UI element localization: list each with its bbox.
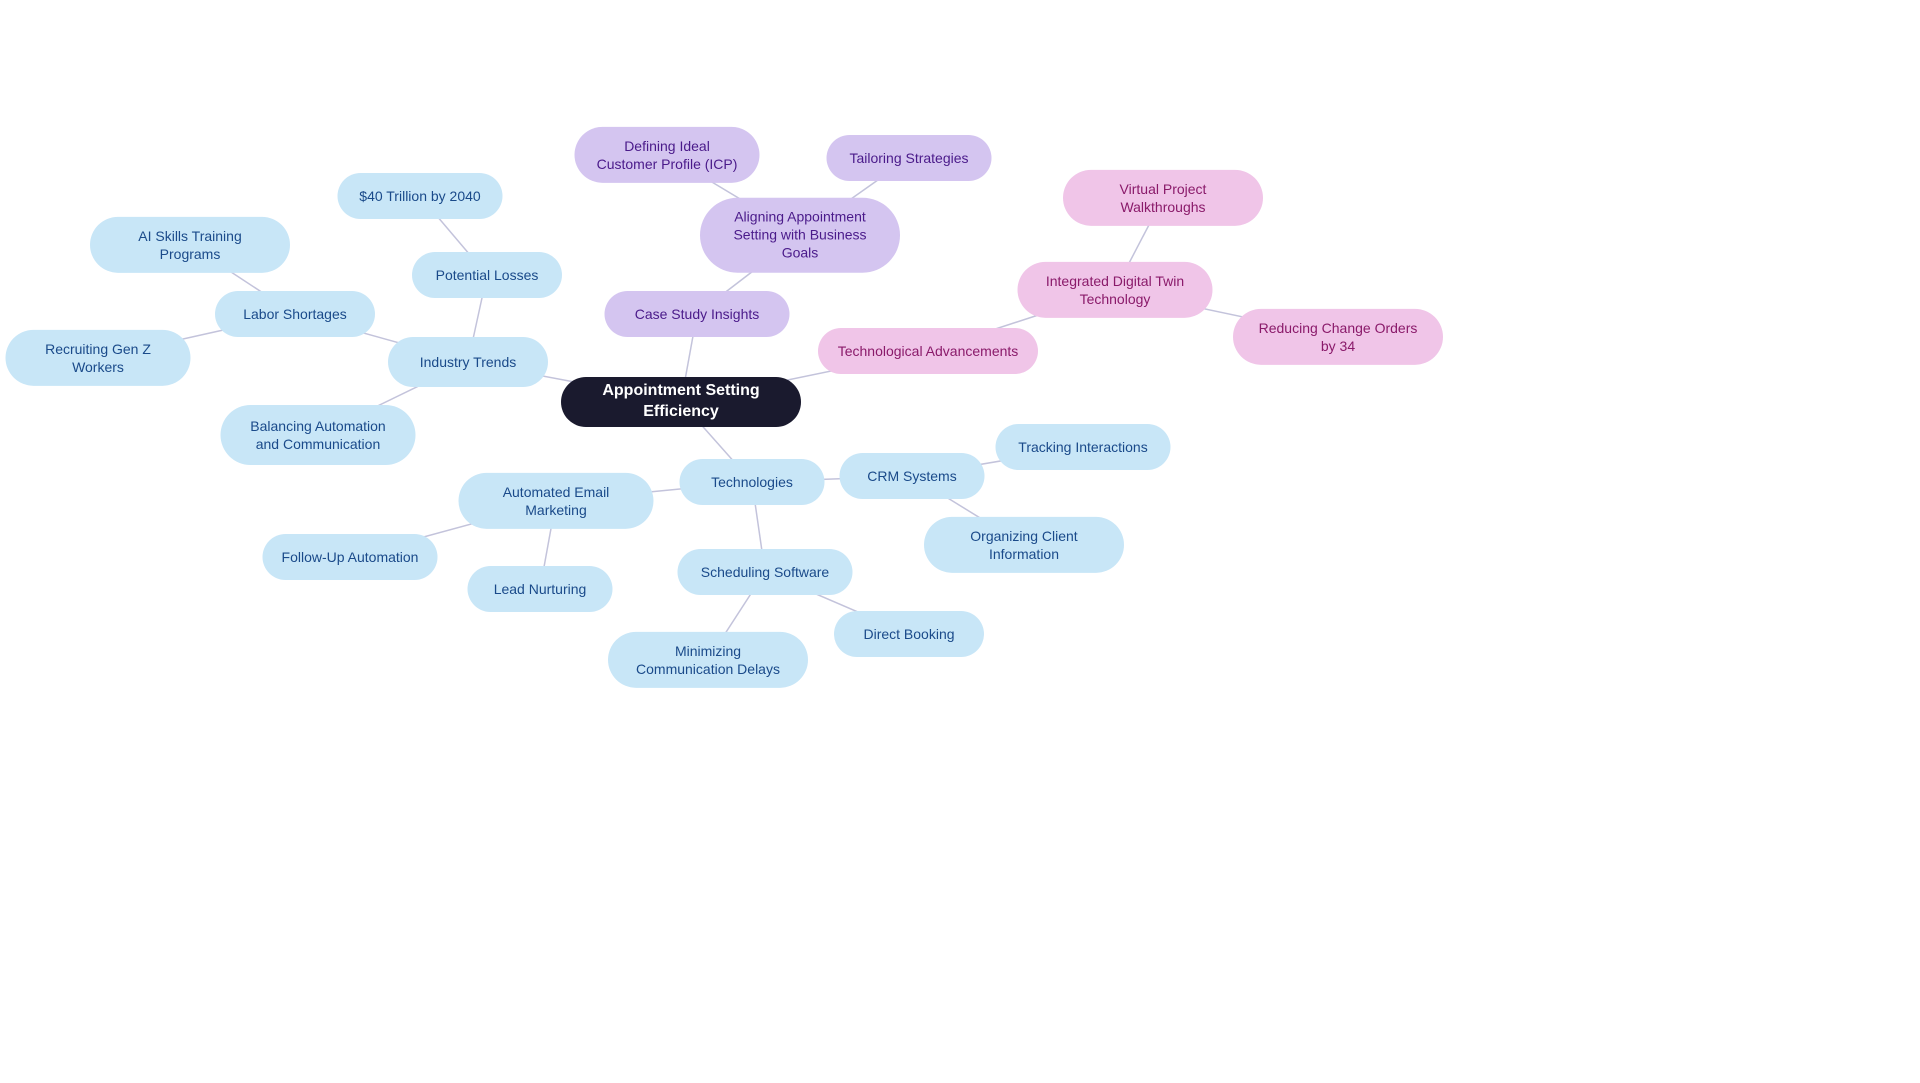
- tech-advancements-node[interactable]: Technological Advancements: [818, 328, 1038, 374]
- aligning-node[interactable]: Aligning Appointment Setting with Busine…: [700, 198, 900, 273]
- automated-email-node[interactable]: Automated Email Marketing: [459, 473, 654, 529]
- case-study-node[interactable]: Case Study Insights: [605, 291, 790, 337]
- defining-icp-node[interactable]: Defining Ideal Customer Profile (ICP): [575, 127, 760, 183]
- labor-shortages-node[interactable]: Labor Shortages: [215, 291, 375, 337]
- direct-booking-node[interactable]: Direct Booking: [834, 611, 984, 657]
- scheduling-node[interactable]: Scheduling Software: [678, 549, 853, 595]
- technologies-node[interactable]: Technologies: [680, 459, 825, 505]
- balancing-node[interactable]: Balancing Automation and Communication: [221, 405, 416, 465]
- 40-trillion-node[interactable]: $40 Trillion by 2040: [338, 173, 503, 219]
- virtual-walkthroughs-node[interactable]: Virtual Project Walkthroughs: [1063, 170, 1263, 226]
- organizing-node[interactable]: Organizing Client Information: [924, 517, 1124, 573]
- integrated-digital-node[interactable]: Integrated Digital Twin Technology: [1018, 262, 1213, 318]
- crm-systems-node[interactable]: CRM Systems: [840, 453, 985, 499]
- ai-skills-node[interactable]: AI Skills Training Programs: [90, 217, 290, 273]
- follow-up-node[interactable]: Follow-Up Automation: [263, 534, 438, 580]
- tailoring-node[interactable]: Tailoring Strategies: [827, 135, 992, 181]
- tracking-node[interactable]: Tracking Interactions: [996, 424, 1171, 470]
- lead-nurturing-node[interactable]: Lead Nurturing: [468, 566, 613, 612]
- recruiting-node[interactable]: Recruiting Gen Z Workers: [6, 330, 191, 386]
- minimizing-node[interactable]: Minimizing Communication Delays: [608, 632, 808, 688]
- mind-map: Appointment Setting Efficiency Industry T…: [0, 0, 1920, 1083]
- center-node[interactable]: Appointment Setting Efficiency: [561, 377, 801, 427]
- potential-losses-node[interactable]: Potential Losses: [412, 252, 562, 298]
- reducing-change-node[interactable]: Reducing Change Orders by 34: [1233, 309, 1443, 365]
- industry-trends-node[interactable]: Industry Trends: [388, 337, 548, 387]
